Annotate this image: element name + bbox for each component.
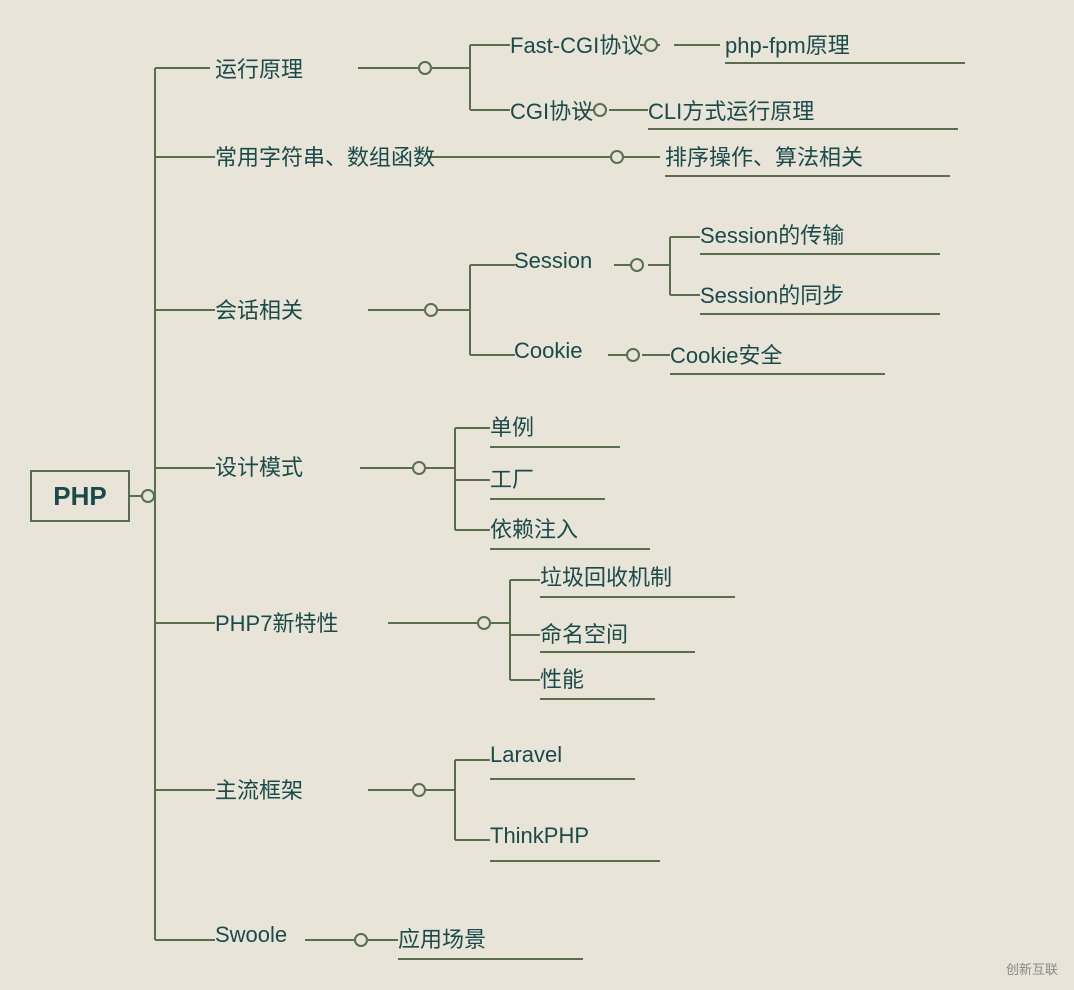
bar-cli (648, 128, 958, 130)
bar-gongchang (490, 498, 605, 500)
node-cgi: CGI协议 (510, 94, 593, 126)
node-session: Session (514, 248, 592, 274)
node-danli: 单例 (490, 410, 534, 442)
node-swoole: Swoole (215, 922, 287, 948)
bar-danli (490, 446, 620, 448)
circle-huihua (424, 303, 438, 317)
circle-yunxing (418, 61, 432, 75)
node-kuangjia: 主流框架 (215, 773, 303, 805)
node-gongchang: 工厂 (490, 462, 534, 494)
node-huihua: 会话相关 (215, 293, 303, 325)
circle-php7 (477, 616, 491, 630)
node-sheji: 设计模式 (215, 450, 303, 482)
node-xingneng: 性能 (540, 662, 584, 694)
node-fastcgi: Fast-CGI协议 (510, 28, 643, 60)
node-cookie: Cookie (514, 338, 582, 364)
bar-session-sync (700, 313, 940, 315)
node-zifu: 常用字符串、数组函数 (215, 140, 435, 172)
node-cookie-safe: Cookie安全 (670, 338, 782, 370)
node-lajie: 垃圾回收机制 (540, 560, 672, 592)
node-phpfpm: php-fpm原理 (725, 28, 850, 60)
node-session-sync: Session的同步 (700, 278, 844, 310)
circle-session (630, 258, 644, 272)
circle-cookie (626, 348, 640, 362)
mind-map: PHP 运行原理 Fast-CGI协议 php-fpm原理 CGI协议 CLI方… (0, 0, 1074, 990)
bar-lajie (540, 596, 735, 598)
node-session-trans: Session的传输 (700, 218, 844, 250)
bar-yilai (490, 548, 650, 550)
node-thinkphp: ThinkPHP (490, 823, 589, 849)
bar-mingming (540, 651, 695, 653)
node-cli: CLI方式运行原理 (648, 94, 814, 126)
watermark: 创新互联 (1006, 959, 1058, 978)
bar-phpfpm (725, 62, 965, 64)
node-laravel: Laravel (490, 742, 562, 768)
circle-kuangjia (412, 783, 426, 797)
bar-thinkphp (490, 860, 660, 862)
circle-fastcgi (644, 38, 658, 52)
node-yingyong: 应用场景 (398, 922, 486, 954)
root-circle (141, 489, 155, 503)
node-php7: PHP7新特性 (215, 606, 338, 638)
circle-sheji (412, 461, 426, 475)
node-yilai: 依赖注入 (490, 512, 578, 544)
node-mingming: 命名空间 (540, 617, 628, 649)
circle-swoole (354, 933, 368, 947)
watermark-text: 创新互联 (1006, 962, 1058, 977)
bar-paixu (665, 175, 950, 177)
bar-cookie-safe (670, 373, 885, 375)
node-paixu: 排序操作、算法相关 (665, 140, 863, 172)
bar-laravel (490, 778, 635, 780)
node-yunxing: 运行原理 (215, 52, 303, 84)
root-label: PHP (53, 481, 106, 512)
bar-session-trans (700, 253, 940, 255)
circle-zifu (610, 150, 624, 164)
root-node: PHP (30, 470, 130, 522)
bar-yingyong (398, 958, 583, 960)
bar-xingneng (540, 698, 655, 700)
circle-cgi (593, 103, 607, 117)
